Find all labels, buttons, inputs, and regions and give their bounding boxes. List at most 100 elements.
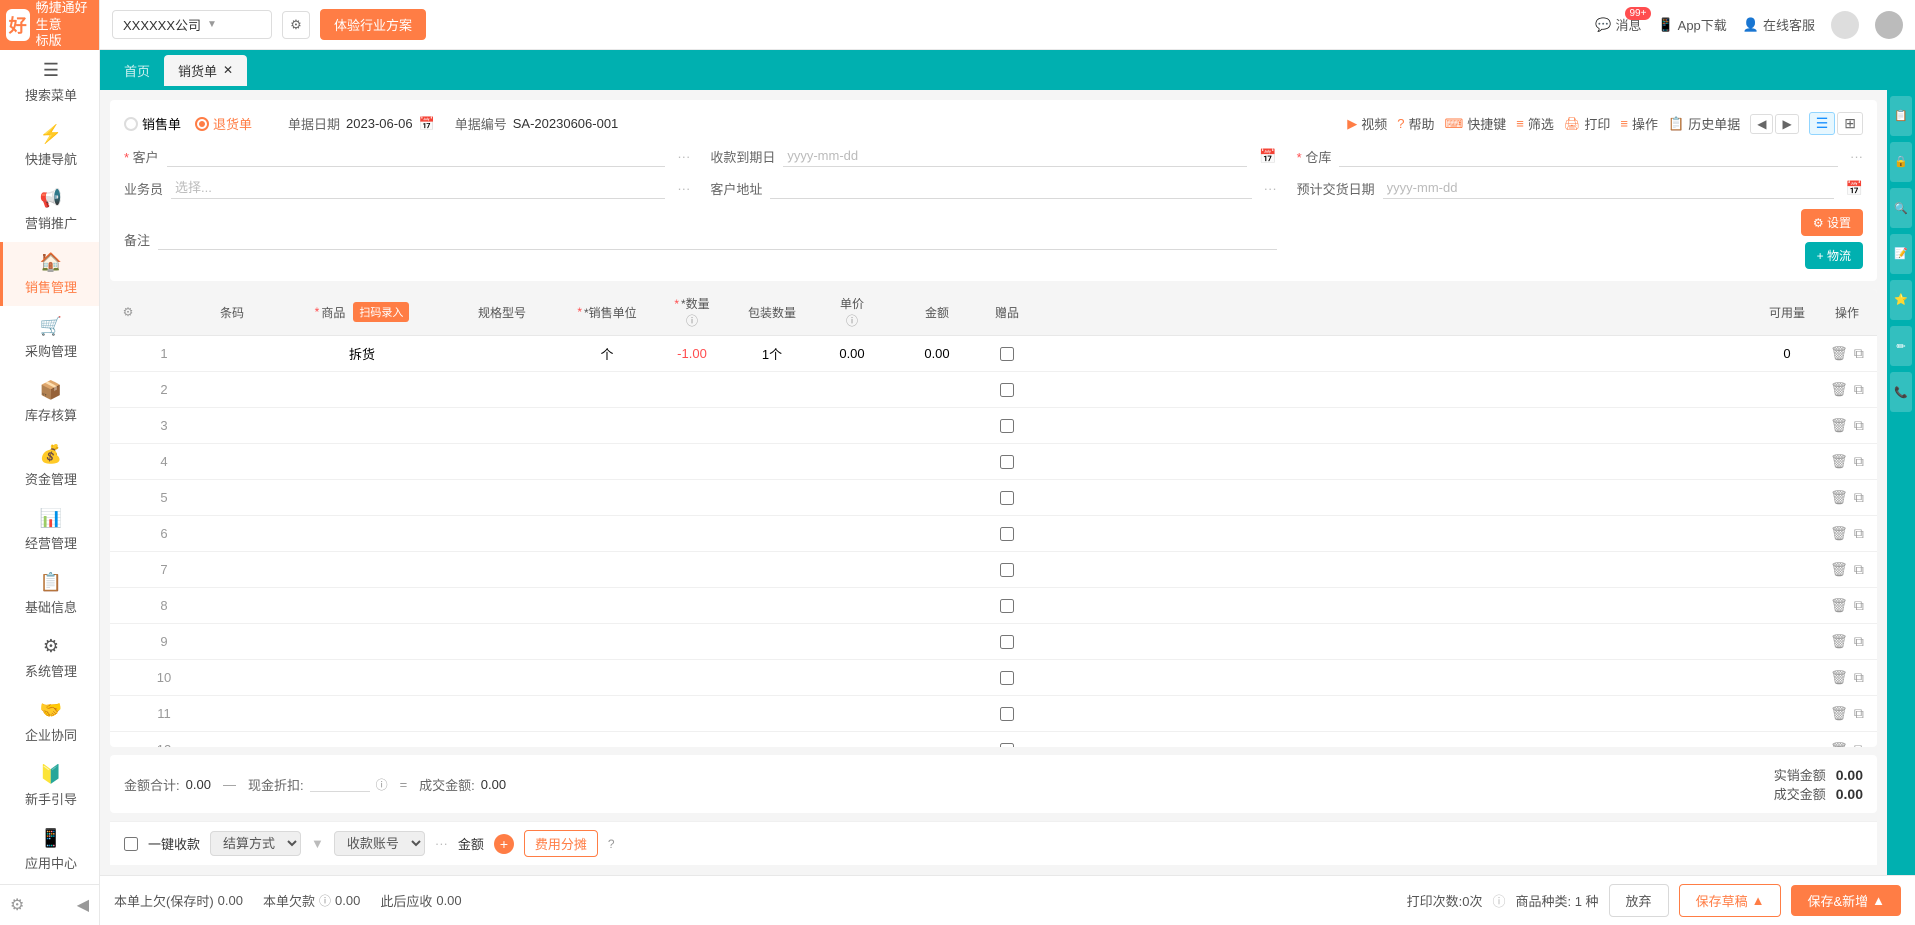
sidebar-item-guide[interactable]: 🔰新手引导 — [0, 754, 99, 818]
warehouse-input[interactable]: 建材仓 — [1339, 145, 1838, 167]
customer-dots-icon[interactable]: ··· — [677, 149, 690, 164]
right-panel-btn-1[interactable]: 🔒 — [1890, 142, 1912, 182]
row-gift-8[interactable] — [982, 595, 1032, 617]
row-qty-12[interactable] — [652, 746, 732, 748]
sidebar-item-purchase[interactable]: 🛒采购管理 — [0, 306, 99, 370]
row-spec-2[interactable] — [442, 378, 562, 401]
remark-input[interactable] — [158, 228, 1277, 250]
delete-icon-5[interactable]: 🗑 — [1830, 489, 1848, 506]
sidebar-item-quick-nav[interactable]: ⚡快捷导航 — [0, 114, 99, 178]
row-pkgqty-4[interactable] — [732, 450, 812, 473]
sidebar-collapse-icon[interactable]: ◀ — [77, 895, 89, 915]
row-qty-7[interactable] — [652, 566, 732, 574]
row-unit-6[interactable] — [562, 522, 652, 545]
discount-input[interactable] — [310, 776, 370, 792]
row-unit-4[interactable] — [562, 450, 652, 473]
price-info-icon[interactable]: ⓘ — [846, 314, 858, 328]
row-price-8[interactable] — [812, 594, 892, 617]
video-btn[interactable]: ▶ 视频 — [1347, 114, 1387, 133]
row-spec-4[interactable] — [442, 450, 562, 473]
copy-icon-11[interactable]: ⧉ — [1854, 705, 1864, 722]
row-barcode-7[interactable] — [182, 558, 282, 581]
row-gift-7[interactable] — [982, 559, 1032, 581]
row-barcode-5[interactable] — [182, 486, 282, 509]
row-pkgqty-8[interactable] — [732, 594, 812, 617]
row-unit-8[interactable] — [562, 594, 652, 617]
row-pkgqty-11[interactable] — [732, 702, 812, 725]
row-gift-3[interactable] — [982, 415, 1032, 437]
delete-icon-2[interactable]: 🗑 — [1830, 381, 1848, 398]
row-price-5[interactable] — [812, 486, 892, 509]
row-unit-12[interactable] — [562, 738, 652, 747]
row-unit-5[interactable] — [562, 486, 652, 509]
sidebar-item-sales[interactable]: 🏠销售管理 — [0, 242, 99, 306]
copy-icon-7[interactable]: ⧉ — [1854, 561, 1864, 578]
sidebar-item-operations[interactable]: 📊经营管理 — [0, 498, 99, 562]
salesperson-input[interactable] — [171, 177, 665, 199]
row-product-2[interactable] — [282, 378, 442, 401]
settings-gear-button[interactable]: ⚙ — [282, 11, 310, 39]
user-avatar-2[interactable] — [1875, 11, 1903, 39]
debit-info-icon[interactable]: ⓘ — [319, 892, 331, 909]
row-product-12[interactable] — [282, 738, 442, 747]
row-spec-12[interactable] — [442, 738, 562, 747]
row-qty-6[interactable] — [652, 530, 732, 538]
sidebar-item-search[interactable]: ☰搜索菜单 — [0, 50, 99, 114]
app-download-button[interactable]: 📱 App下载 — [1657, 15, 1726, 34]
right-panel-btn-2[interactable]: 🔍 — [1890, 188, 1912, 228]
row-unit-1[interactable] — [562, 342, 652, 366]
row-qty-4[interactable] — [652, 458, 732, 466]
sidebar-item-enterprise[interactable]: 🤝企业协同 — [0, 690, 99, 754]
company-selector[interactable]: XXXXXX公司 ▼ — [112, 10, 272, 39]
row-qty-11[interactable] — [652, 710, 732, 718]
delete-icon-8[interactable]: 🗑 — [1830, 597, 1848, 614]
row-gift-2[interactable] — [982, 379, 1032, 401]
row-barcode-11[interactable] — [182, 702, 282, 725]
row-gift-12[interactable] — [982, 739, 1032, 748]
row-spec-11[interactable] — [442, 702, 562, 725]
row-gift-9[interactable] — [982, 631, 1032, 653]
history-btn[interactable]: 📋 历史单据 — [1668, 114, 1740, 133]
row-price-2[interactable] — [812, 378, 892, 401]
radio-return[interactable]: 退货单 — [195, 114, 252, 133]
row-qty-10[interactable] — [652, 674, 732, 682]
delete-icon-9[interactable]: 🗑 — [1830, 633, 1848, 650]
row-unit-3[interactable] — [562, 414, 652, 437]
row-pkgqty-5[interactable] — [732, 486, 812, 509]
calendar-icon[interactable]: 📅 — [419, 116, 435, 132]
sidebar-settings-icon[interactable]: ⚙ — [10, 895, 24, 915]
print-btn[interactable]: 🖨 打印 — [1564, 114, 1611, 133]
row-pkgqty-3[interactable] — [732, 414, 812, 437]
row-spec-6[interactable] — [442, 522, 562, 545]
user-avatar[interactable] — [1831, 11, 1859, 39]
row-spec-9[interactable] — [442, 630, 562, 653]
right-panel-btn-5[interactable]: ✏ — [1890, 326, 1912, 366]
next-btn[interactable]: ▶ — [1775, 114, 1798, 134]
row-product-9[interactable] — [282, 630, 442, 653]
save-new-button[interactable]: 保存&新增 ▲ — [1791, 885, 1901, 916]
trial-button[interactable]: 体验行业方案 — [320, 9, 426, 40]
save-draft-button[interactable]: 保存草稿 ▲ — [1679, 884, 1782, 917]
row-product-3[interactable] — [282, 414, 442, 437]
delete-icon-6[interactable]: 🗑 — [1830, 525, 1848, 542]
expected-date-input[interactable] — [1383, 177, 1834, 199]
right-panel-btn-3[interactable]: 📝 — [1890, 234, 1912, 274]
row-barcode-8[interactable] — [182, 594, 282, 617]
row-price-7[interactable] — [812, 558, 892, 581]
row-barcode-4[interactable] — [182, 450, 282, 473]
discount-info-icon[interactable]: ⓘ — [376, 776, 388, 793]
copy-icon-5[interactable]: ⧉ — [1854, 489, 1864, 506]
customer-input[interactable] — [167, 145, 666, 167]
right-panel-btn-0[interactable]: 📋 — [1890, 96, 1912, 136]
row-qty-8[interactable] — [652, 602, 732, 610]
settings-button[interactable]: ⚙ 设置 — [1801, 209, 1863, 236]
row-qty-2[interactable] — [652, 386, 732, 394]
radio-sale[interactable]: 销售单 — [124, 114, 181, 133]
row-remark-12[interactable] — [1032, 738, 1757, 747]
copy-icon-2[interactable]: ⧉ — [1854, 381, 1864, 398]
salesperson-dots-icon[interactable]: ··· — [677, 181, 690, 196]
row-barcode-1[interactable] — [182, 342, 282, 365]
row-barcode-3[interactable] — [182, 414, 282, 437]
row-price-4[interactable] — [812, 450, 892, 473]
row-barcode-10[interactable] — [182, 666, 282, 689]
